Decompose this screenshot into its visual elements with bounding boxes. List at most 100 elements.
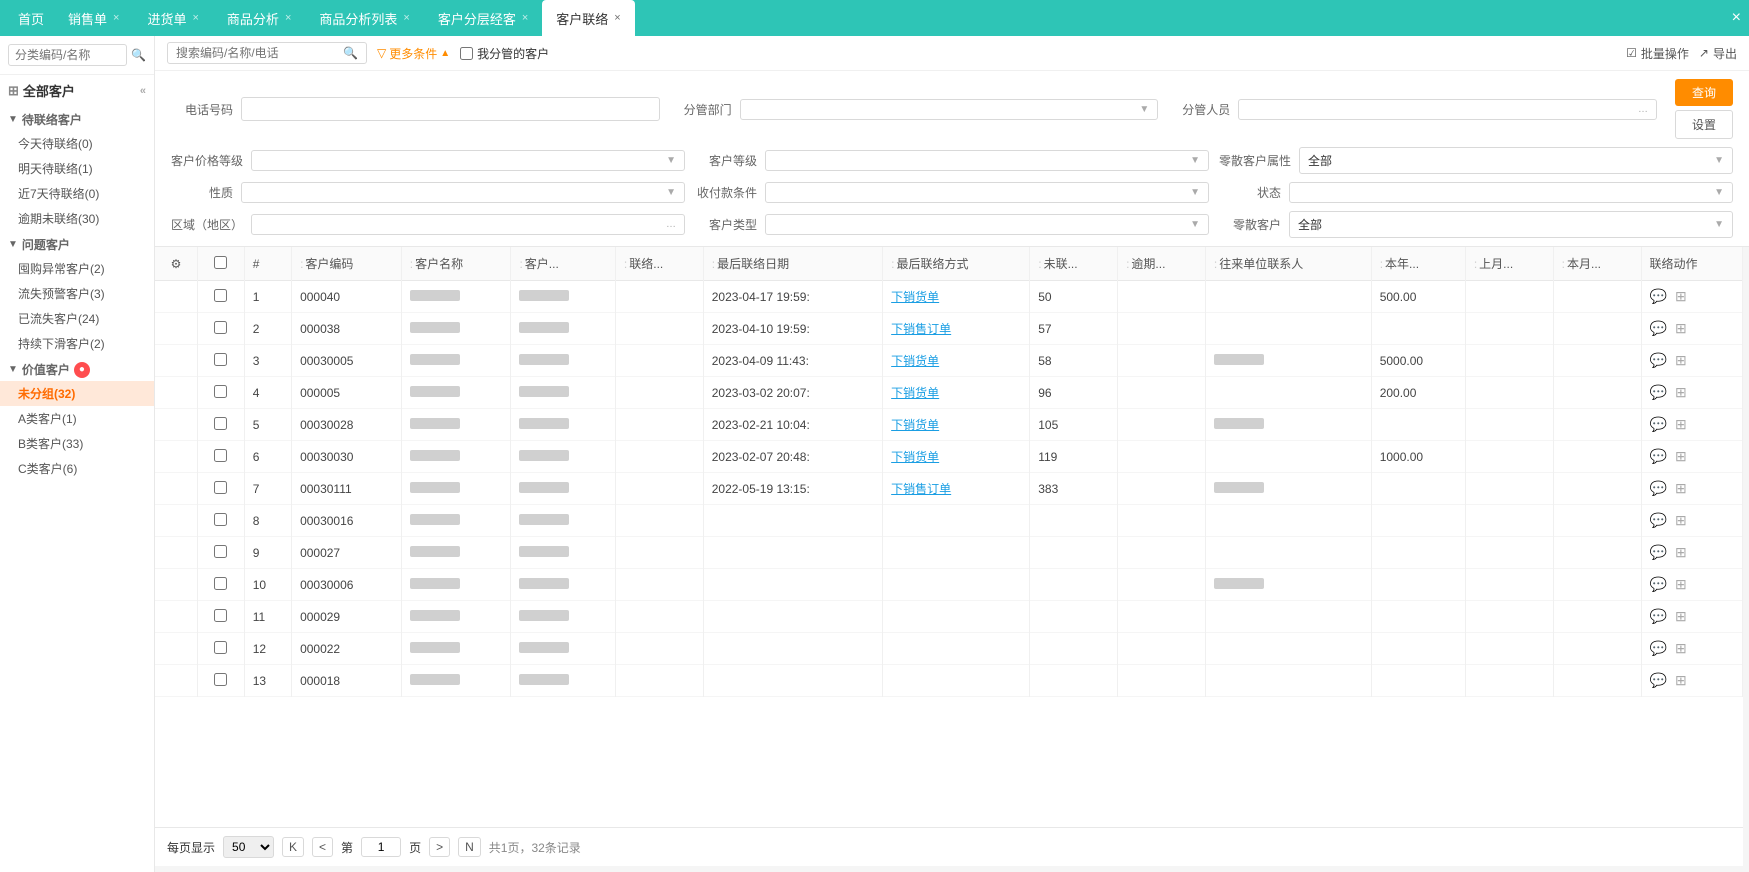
query-button[interactable]: 查询 xyxy=(1675,79,1733,106)
contact-way-link[interactable]: 下销货单 xyxy=(891,450,939,464)
page-number-input[interactable] xyxy=(361,837,401,857)
all-customers-header[interactable]: ⊞ 全部客户 « xyxy=(0,75,154,106)
td-checkbox[interactable] xyxy=(198,473,245,505)
close-window[interactable]: × xyxy=(1732,9,1741,27)
search-icon[interactable]: 🔍 xyxy=(343,46,358,60)
td-checkbox[interactable] xyxy=(198,665,245,697)
contact-way-link[interactable]: 下销货单 xyxy=(891,290,939,304)
th-last-date[interactable]: :最后联络日期 xyxy=(703,247,882,281)
row-checkbox[interactable] xyxy=(214,353,227,366)
comment-icon[interactable]: 💬 xyxy=(1650,608,1667,625)
tab-product-analysis-list[interactable]: 商品分析列表 × xyxy=(305,0,423,36)
th-contact[interactable]: :联络... xyxy=(615,247,703,281)
select-all-checkbox[interactable] xyxy=(214,256,227,269)
td-checkbox[interactable] xyxy=(198,281,245,313)
sidebar-item-declining[interactable]: 持续下滑客户(2) xyxy=(0,331,154,356)
retail-attr-select[interactable]: 全部 ▼ xyxy=(1299,147,1733,174)
tab-customer-contact[interactable]: 客户联络 × xyxy=(542,0,634,36)
my-customers-checkbox[interactable] xyxy=(460,47,473,60)
region-select[interactable]: … xyxy=(251,214,685,235)
td-checkbox[interactable] xyxy=(198,569,245,601)
retail-customer-select[interactable]: 全部 ▼ xyxy=(1289,211,1733,238)
phone-input[interactable] xyxy=(241,97,660,121)
sidebar-group-pending[interactable]: ▼ 待联络客户 xyxy=(0,106,154,131)
grid-action-icon[interactable]: ⊞ xyxy=(1675,576,1687,593)
sidebar-item-class-a[interactable]: A类客户(1) xyxy=(0,406,154,431)
manager-select[interactable]: … xyxy=(1238,99,1657,120)
price-level-select[interactable]: ▼ xyxy=(251,150,685,171)
contact-way-link[interactable]: 下销货单 xyxy=(891,354,939,368)
row-checkbox[interactable] xyxy=(214,481,227,494)
sidebar-item-class-b[interactable]: B类客户(33) xyxy=(0,431,154,456)
category-search-input[interactable] xyxy=(8,44,127,66)
tab-sales[interactable]: 销售单 × xyxy=(54,0,133,36)
grid-action-icon[interactable]: ⊞ xyxy=(1675,480,1687,497)
grid-action-icon[interactable]: ⊞ xyxy=(1675,320,1687,337)
row-checkbox[interactable] xyxy=(214,641,227,654)
contact-way-link[interactable]: 下销货单 xyxy=(891,418,939,432)
th-this-year[interactable]: :本年... xyxy=(1371,247,1465,281)
customer-type-select[interactable]: ▼ xyxy=(765,214,1209,235)
th-no-contact[interactable]: :未联... xyxy=(1030,247,1118,281)
td-checkbox[interactable] xyxy=(198,409,245,441)
th-this-month[interactable]: :本月... xyxy=(1553,247,1641,281)
status-select[interactable]: ▼ xyxy=(1289,182,1733,203)
tab-home[interactable]: 首页 xyxy=(8,0,54,36)
grid-action-icon[interactable]: ⊞ xyxy=(1675,288,1687,305)
td-checkbox[interactable] xyxy=(198,377,245,409)
sidebar-item-lost[interactable]: 已流失客户(24) xyxy=(0,306,154,331)
tab-product-analysis[interactable]: 商品分析 × xyxy=(213,0,305,36)
comment-icon[interactable]: 💬 xyxy=(1650,384,1667,401)
row-checkbox[interactable] xyxy=(214,609,227,622)
sidebar-group-value[interactable]: ▼ 价值客户 ● xyxy=(0,356,154,381)
contact-way-link[interactable]: 下销货单 xyxy=(891,386,939,400)
close-sales-tab[interactable]: × xyxy=(113,12,119,24)
next-page-btn[interactable]: > xyxy=(429,837,450,857)
row-checkbox[interactable] xyxy=(214,545,227,558)
dept-select[interactable]: ▼ xyxy=(740,99,1159,120)
comment-icon[interactable]: 💬 xyxy=(1650,672,1667,689)
grid-action-icon[interactable]: ⊞ xyxy=(1675,352,1687,369)
prev-page-btn[interactable]: < xyxy=(312,837,333,857)
first-page-btn[interactable]: K xyxy=(282,837,304,857)
comment-icon[interactable]: 💬 xyxy=(1650,480,1667,497)
collapse-sidebar-icon[interactable]: « xyxy=(140,85,146,97)
row-checkbox[interactable] xyxy=(214,321,227,334)
grid-action-icon[interactable]: ⊞ xyxy=(1675,416,1687,433)
table-container[interactable]: ⚙ # :客户编码 :客户名称 :客户... :联络... :最后联络日期 :最… xyxy=(155,247,1743,827)
close-product-list-tab[interactable]: × xyxy=(403,12,409,24)
close-tier-tab[interactable]: × xyxy=(522,12,528,24)
customer-level-select[interactable]: ▼ xyxy=(765,150,1209,171)
close-product-analysis-tab[interactable]: × xyxy=(285,12,291,24)
comment-icon[interactable]: 💬 xyxy=(1650,576,1667,593)
td-checkbox[interactable] xyxy=(198,505,245,537)
comment-icon[interactable]: 💬 xyxy=(1650,320,1667,337)
sidebar-item-tomorrow[interactable]: 明天待联络(1) xyxy=(0,156,154,181)
tab-purchase[interactable]: 进货单 × xyxy=(133,0,212,36)
grid-action-icon[interactable]: ⊞ xyxy=(1675,544,1687,561)
sidebar-item-abnormal[interactable]: 囤购异常客户(2) xyxy=(0,256,154,281)
grid-action-icon[interactable]: ⊞ xyxy=(1675,672,1687,689)
grid-action-icon[interactable]: ⊞ xyxy=(1675,448,1687,465)
more-conditions-btn[interactable]: ▽ 更多条件 ▲ xyxy=(377,45,450,62)
sidebar-item-class-c[interactable]: C类客户(6) xyxy=(0,456,154,481)
sidebar-item-overdue[interactable]: 逾期未联络(30) xyxy=(0,206,154,231)
td-checkbox[interactable] xyxy=(198,601,245,633)
last-page-btn[interactable]: N xyxy=(458,837,481,857)
grid-action-icon[interactable]: ⊞ xyxy=(1675,640,1687,657)
sidebar-item-today[interactable]: 今天待联络(0) xyxy=(0,131,154,156)
td-checkbox[interactable] xyxy=(198,345,245,377)
close-purchase-tab[interactable]: × xyxy=(192,12,198,24)
th-unit-contact[interactable]: :往来单位联系人 xyxy=(1205,247,1371,281)
nature-select[interactable]: ▼ xyxy=(241,182,685,203)
customer-search-input[interactable] xyxy=(176,46,343,60)
category-search-icon[interactable]: 🔍 xyxy=(131,48,146,62)
grid-action-icon[interactable]: ⊞ xyxy=(1675,384,1687,401)
batch-ops-btn[interactable]: ☑ 批量操作 xyxy=(1626,45,1689,62)
td-checkbox[interactable] xyxy=(198,441,245,473)
comment-icon[interactable]: 💬 xyxy=(1650,448,1667,465)
th-code[interactable]: :客户编码 xyxy=(292,247,402,281)
comment-icon[interactable]: 💬 xyxy=(1650,544,1667,561)
sidebar-item-ungrouped[interactable]: 未分组(32) xyxy=(0,381,154,406)
close-contact-tab[interactable]: × xyxy=(614,12,620,24)
